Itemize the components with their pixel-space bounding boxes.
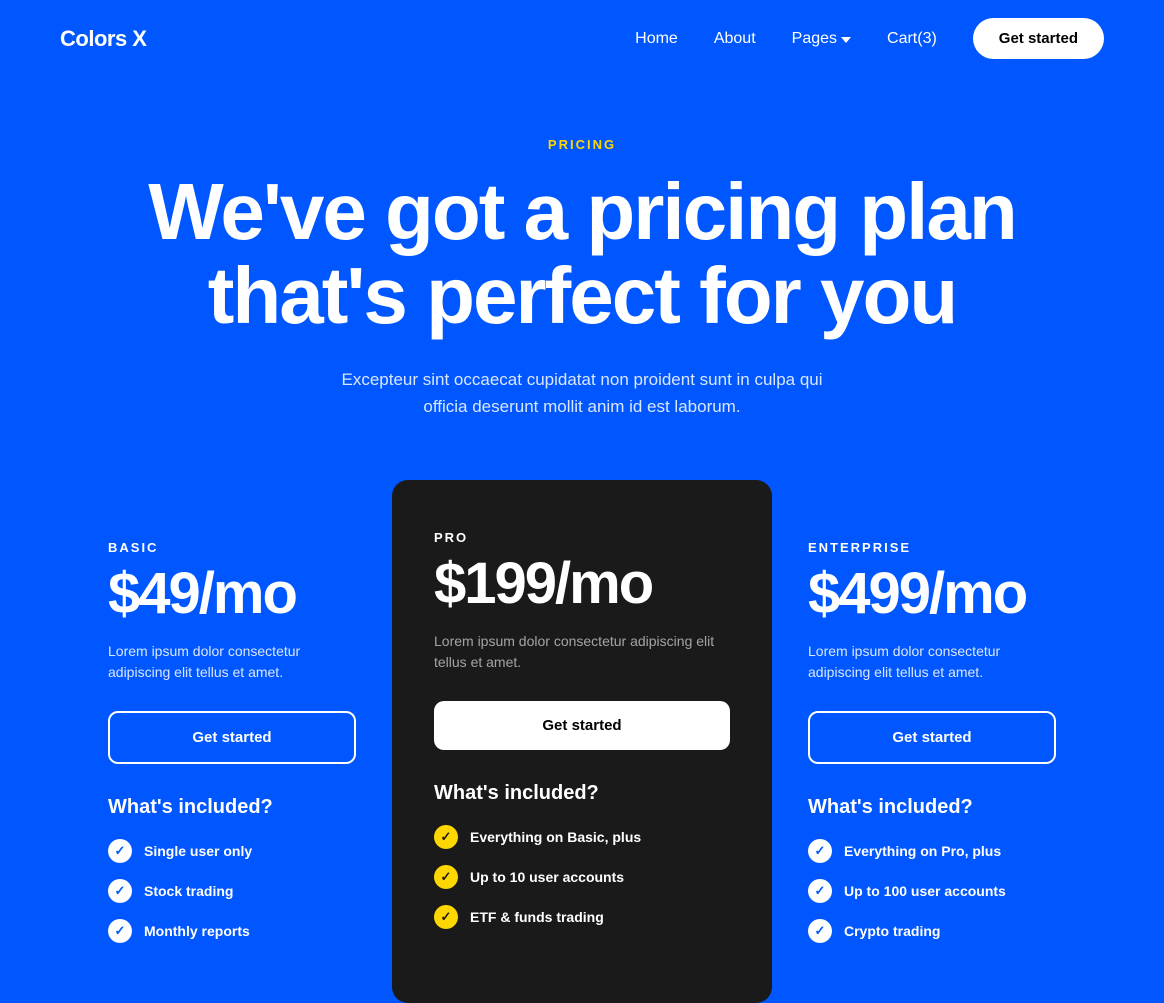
hero-label: PRICING [40, 137, 1124, 152]
hero-section: PRICING We've got a pricing plan that's … [0, 77, 1164, 440]
basic-plan-desc: Lorem ipsum dolor consectetur adipiscing… [108, 641, 356, 683]
list-item: Everything on Basic, plus [434, 825, 730, 849]
pricing-card-pro: PRO $199/mo Lorem ipsum dolor consectetu… [392, 480, 772, 1003]
pro-plan-price: $199/mo [434, 555, 730, 613]
check-icon [108, 919, 132, 943]
nav-about[interactable]: About [714, 30, 756, 48]
pricing-card-enterprise: ENTERPRISE $499/mo Lorem ipsum dolor con… [772, 500, 1092, 983]
basic-plan-label: BASIC [108, 540, 356, 555]
list-item: Monthly reports [108, 919, 356, 943]
pro-plan-label: PRO [434, 530, 730, 545]
pricing-section: BASIC $49/mo Lorem ipsum dolor consectet… [0, 440, 1164, 983]
check-icon [434, 905, 458, 929]
navbar: Colors X Home About Pages Cart(3) Get st… [0, 0, 1164, 77]
enterprise-feature-list: Everything on Pro, plus Up to 100 user a… [808, 839, 1056, 943]
enterprise-plan-label: ENTERPRISE [808, 540, 1056, 555]
nav-links: Home About Pages Cart(3) Get started [635, 18, 1104, 59]
basic-plan-price: $49/mo [108, 565, 356, 623]
basic-cta-button[interactable]: Get started [108, 711, 356, 764]
enterprise-cta-button[interactable]: Get started [808, 711, 1056, 764]
basic-included-title: What's included? [108, 796, 356, 819]
pro-included-title: What's included? [434, 782, 730, 805]
enterprise-plan-price: $499/mo [808, 565, 1056, 623]
list-item: Crypto trading [808, 919, 1056, 943]
check-icon [434, 825, 458, 849]
enterprise-included-title: What's included? [808, 796, 1056, 819]
list-item: Single user only [108, 839, 356, 863]
list-item: ETF & funds trading [434, 905, 730, 929]
hero-title: We've got a pricing plan that's perfect … [132, 170, 1032, 338]
nav-home[interactable]: Home [635, 30, 678, 48]
nav-pages[interactable]: Pages [792, 30, 851, 48]
basic-feature-list: Single user only Stock trading Monthly r… [108, 839, 356, 943]
list-item: Up to 100 user accounts [808, 879, 1056, 903]
check-icon [434, 865, 458, 889]
pro-plan-desc: Lorem ipsum dolor consectetur adipiscing… [434, 631, 730, 673]
list-item: Stock trading [108, 879, 356, 903]
pricing-card-basic: BASIC $49/mo Lorem ipsum dolor consectet… [72, 500, 392, 983]
nav-cta-button[interactable]: Get started [973, 18, 1104, 59]
logo[interactable]: Colors X [60, 26, 146, 52]
list-item: Up to 10 user accounts [434, 865, 730, 889]
hero-subtitle: Excepteur sint occaecat cupidatat non pr… [322, 366, 842, 420]
check-icon [108, 839, 132, 863]
check-icon [108, 879, 132, 903]
enterprise-plan-desc: Lorem ipsum dolor consectetur adipiscing… [808, 641, 1056, 683]
check-icon [808, 919, 832, 943]
list-item: Everything on Pro, plus [808, 839, 1056, 863]
chevron-down-icon [841, 37, 851, 43]
check-icon [808, 879, 832, 903]
nav-cart[interactable]: Cart(3) [887, 30, 937, 48]
pro-cta-button[interactable]: Get started [434, 701, 730, 750]
pro-feature-list: Everything on Basic, plus Up to 10 user … [434, 825, 730, 929]
check-icon [808, 839, 832, 863]
